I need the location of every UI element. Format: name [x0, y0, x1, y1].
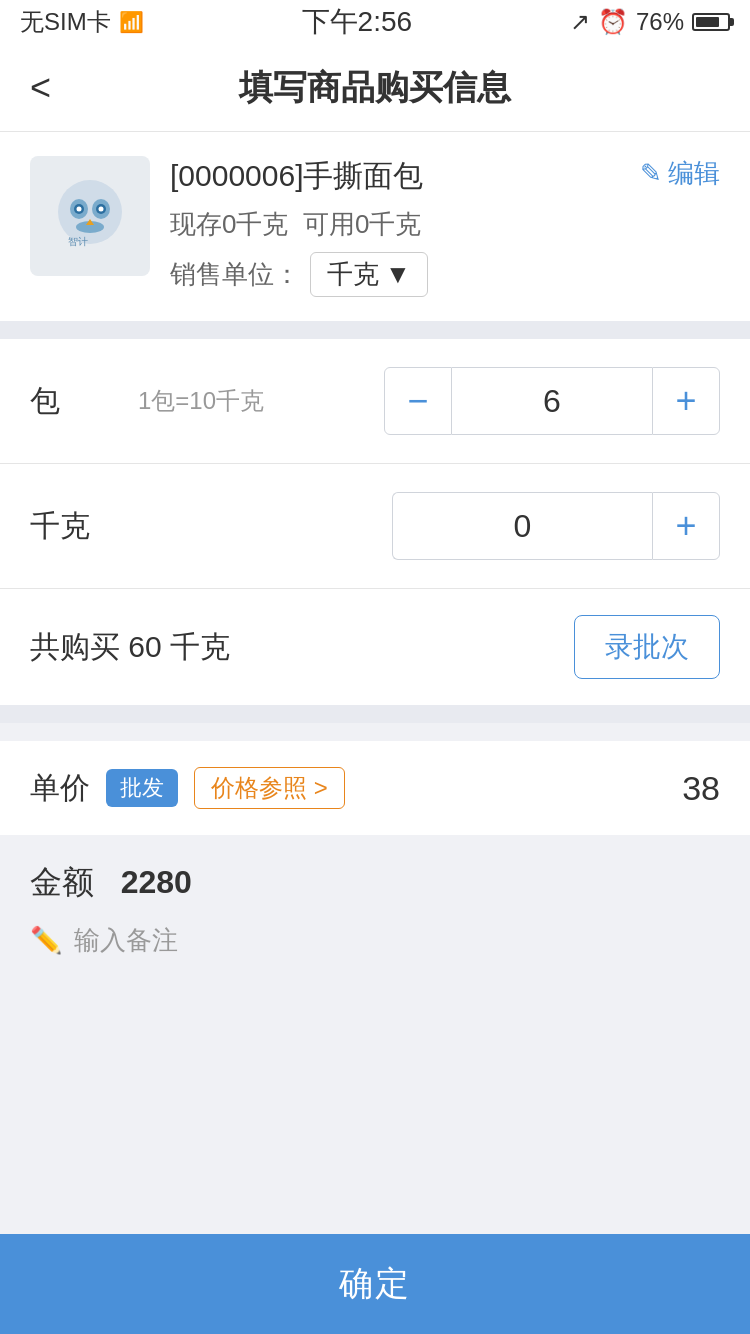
bao-increment-button[interactable]: +	[652, 367, 720, 435]
product-stock: 现存0千克 可用0千克	[170, 207, 720, 242]
price-section: 单价 批发 价格参照 > 38	[0, 741, 750, 835]
bao-controls: − +	[384, 367, 720, 435]
location-icon: ↗	[570, 8, 590, 36]
price-tag: 批发	[106, 769, 178, 807]
amount-row: 金额 2280	[30, 861, 720, 905]
kg-input-row: 千克 +	[0, 464, 750, 589]
product-card: 智计 [0000006]手撕面包 现存0千克 可用0千克 销售单位： 千克 ▼ …	[0, 132, 750, 321]
status-bar: 无SIM卡 📶 下午2:56 ↗ ⏰ 76%	[0, 0, 750, 44]
kg-increment-button[interactable]: +	[652, 492, 720, 560]
unit-select[interactable]: 千克 ▼	[310, 252, 428, 297]
back-button[interactable]: <	[30, 67, 51, 109]
product-name: [0000006]手撕面包	[170, 156, 720, 197]
edit-icon: ✎	[640, 158, 662, 189]
price-row: 单价 批发 价格参照 > 38	[30, 767, 720, 809]
product-image: 智计	[30, 156, 150, 276]
record-batch-button[interactable]: 录批次	[574, 615, 720, 679]
battery-percent: 76%	[636, 8, 684, 36]
svg-point-5	[77, 207, 82, 212]
kg-controls: +	[392, 492, 720, 560]
svg-point-0	[58, 180, 122, 244]
bao-hint: 1包=10千克	[138, 385, 264, 417]
kg-label: 千克	[30, 506, 110, 547]
bao-input-row: 包 1包=10千克 − +	[0, 339, 750, 464]
edit-button[interactable]: ✎ 编辑	[640, 156, 720, 191]
dropdown-icon: ▼	[385, 259, 411, 290]
time-display: 下午2:56	[302, 3, 413, 41]
price-value: 38	[682, 769, 720, 808]
status-left: 无SIM卡 📶	[20, 6, 144, 38]
nav-bar: < 填写商品购买信息	[0, 44, 750, 132]
product-info: [0000006]手撕面包 现存0千克 可用0千克 销售单位： 千克 ▼	[170, 156, 720, 297]
remark-icon: ✏️	[30, 925, 62, 956]
alarm-icon: ⏰	[598, 8, 628, 36]
price-ref-button[interactable]: 价格参照 >	[194, 767, 345, 809]
status-right: ↗ ⏰ 76%	[570, 8, 730, 36]
battery-icon	[692, 13, 730, 31]
confirm-button[interactable]: 确定	[0, 1234, 750, 1334]
carrier-text: 无SIM卡	[20, 6, 111, 38]
kg-input[interactable]	[392, 492, 652, 560]
divider-1	[0, 321, 750, 339]
bao-label: 包	[30, 381, 110, 422]
bao-input[interactable]	[452, 367, 652, 435]
product-logo: 智计	[55, 177, 125, 255]
bao-decrement-button[interactable]: −	[384, 367, 452, 435]
total-row: 共购买 60 千克 录批次	[0, 589, 750, 705]
amount-label: 金额	[30, 864, 94, 900]
wifi-icon: 📶	[119, 10, 144, 34]
svg-text:智计: 智计	[68, 236, 88, 247]
empty-area	[0, 968, 750, 1248]
amount-value: 2280	[121, 864, 192, 900]
price-label: 单价	[30, 768, 90, 809]
amount-section: 金额 2280 ✏️ 输入备注	[0, 835, 750, 968]
remark-row[interactable]: ✏️ 输入备注	[30, 923, 720, 958]
svg-point-6	[99, 207, 104, 212]
input-section: 包 1包=10千克 − + 千克 +	[0, 339, 750, 589]
page-title: 填写商品购买信息	[239, 65, 511, 111]
remark-label: 输入备注	[74, 923, 178, 958]
product-unit: 销售单位： 千克 ▼	[170, 252, 720, 297]
total-text: 共购买 60 千克	[30, 627, 230, 668]
divider-2	[0, 705, 750, 723]
